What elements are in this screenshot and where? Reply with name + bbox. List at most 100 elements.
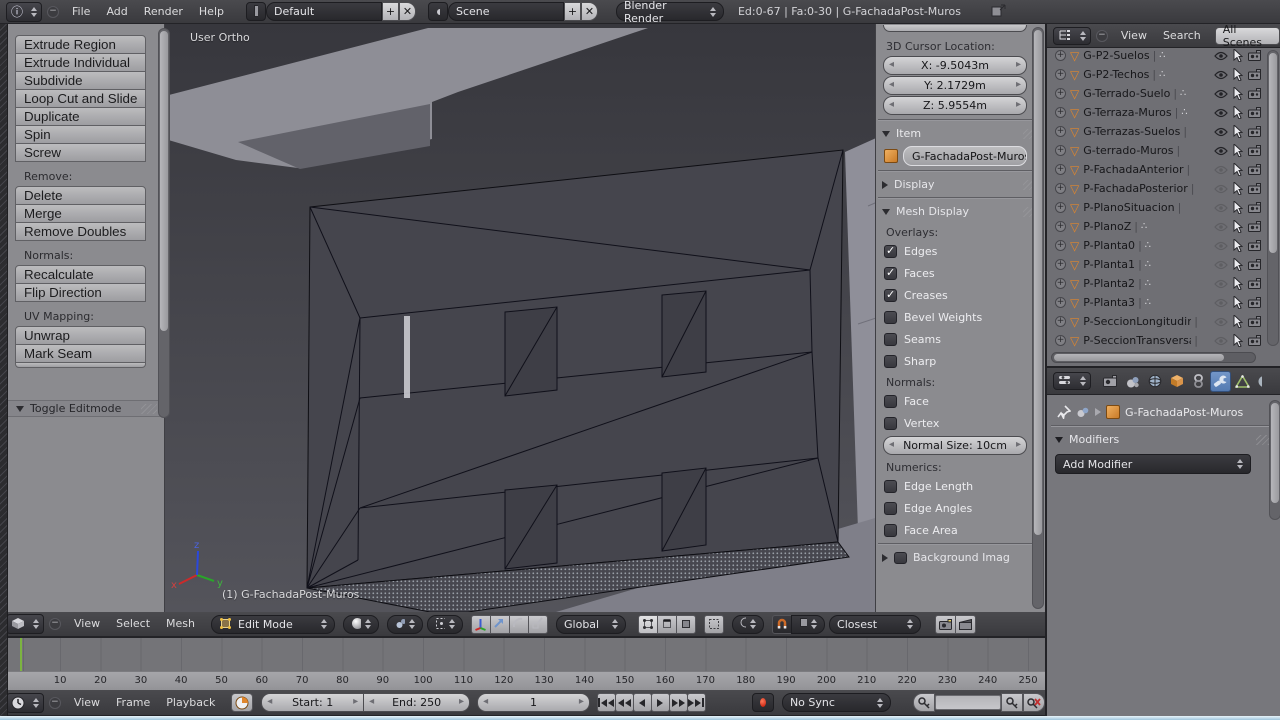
editor-type-properties-button[interactable]	[1053, 372, 1091, 390]
add-scene-button[interactable]: +	[563, 2, 581, 21]
checkbox[interactable]	[884, 244, 897, 258]
manipulator-scale-toggle[interactable]	[528, 614, 549, 634]
play-button[interactable]	[650, 693, 670, 712]
object-name[interactable]: G-P2-Techos	[1083, 68, 1149, 81]
object-name[interactable]: G-P2-Suelos	[1083, 49, 1149, 62]
visibility-eye-icon[interactable]	[1214, 89, 1228, 99]
face-select-mode-button[interactable]	[676, 614, 697, 634]
menu-item[interactable]: Playback	[158, 691, 223, 715]
frame-start-field[interactable]: ◂ Start: 1 ▸	[261, 693, 365, 712]
snap-element-select[interactable]	[791, 614, 826, 634]
pin-icon[interactable]	[1057, 405, 1071, 419]
outliner-item-row[interactable]: + ▽ P-SeccionTransversa | ∴	[1049, 331, 1266, 350]
renderability-camera-icon[interactable]	[1248, 88, 1262, 99]
visibility-eye-icon[interactable]	[1214, 317, 1228, 327]
visibility-eye-icon[interactable]	[1214, 70, 1228, 80]
expand-icon[interactable]: +	[1055, 240, 1066, 251]
outliner-item-row[interactable]: + ▽ P-PlanoZ | ∴	[1049, 217, 1266, 236]
tab-object-data[interactable]	[1232, 371, 1253, 392]
checkbox[interactable]	[884, 501, 897, 515]
checkbox-row[interactable]: Edges	[884, 242, 1045, 260]
keying-set-field[interactable]	[935, 695, 1001, 710]
expand-icon[interactable]: +	[1055, 164, 1066, 175]
close-layout-button[interactable]: ✕	[398, 2, 416, 21]
selectability-cursor-icon[interactable]	[1233, 296, 1243, 309]
current-frame-line[interactable]	[20, 638, 22, 672]
menu-item[interactable]: Search	[1155, 24, 1209, 48]
manipulator-axes-toggle[interactable]	[471, 614, 492, 634]
expand-icon[interactable]: +	[1055, 297, 1066, 308]
selectability-cursor-icon[interactable]	[1233, 68, 1243, 81]
item-panel-header[interactable]: Item	[876, 125, 1045, 142]
checkbox[interactable]	[884, 416, 897, 430]
scrollbar-thumb[interactable]	[1034, 30, 1042, 535]
menu-item[interactable]: Mesh	[158, 612, 203, 636]
outliner-item-row[interactable]: + ▽ P-PlanoSituacion | ∴	[1049, 198, 1266, 217]
add-layout-button[interactable]: +	[381, 2, 399, 21]
tool-button[interactable]: Recalculate	[15, 265, 146, 284]
checkbox[interactable]	[884, 523, 897, 537]
object-name[interactable]: P-Planta2	[1083, 277, 1135, 290]
renderability-camera-icon[interactable]	[1248, 126, 1262, 137]
tab-constraints[interactable]	[1188, 371, 1209, 392]
scene-balls-icon[interactable]	[1076, 406, 1090, 418]
visibility-eye-icon[interactable]	[1214, 279, 1228, 289]
renderability-camera-icon[interactable]	[1248, 259, 1262, 270]
proportional-editing-select[interactable]	[732, 614, 765, 634]
selectability-cursor-icon[interactable]	[1233, 334, 1243, 347]
visibility-eye-icon[interactable]	[1214, 203, 1228, 213]
checkbox-row[interactable]: Face	[884, 392, 1045, 410]
selectability-cursor-icon[interactable]	[1233, 201, 1243, 214]
edge-select-mode-button[interactable]	[657, 614, 678, 634]
scrollbar-thumb[interactable]	[1271, 403, 1279, 503]
expand-icon[interactable]: +	[1055, 145, 1066, 156]
tab-render[interactable]	[1100, 371, 1121, 392]
collapse-menus-icon[interactable]: −	[47, 5, 60, 18]
object-name[interactable]: G-Terrado-Suelo	[1083, 87, 1170, 100]
auto-keyframe-button[interactable]	[913, 693, 935, 712]
selectability-cursor-icon[interactable]	[1233, 125, 1243, 138]
object-name[interactable]: G-Terrazas-Suelos	[1083, 125, 1180, 138]
checkbox[interactable]	[884, 354, 897, 368]
tool-button[interactable]: Merge	[15, 204, 146, 223]
menu-item[interactable]: Render	[136, 0, 191, 24]
outliner-item-row[interactable]: + ▽ G-Terraza-Muros | ∴	[1049, 103, 1266, 122]
outliner-item-row[interactable]: + ▽ P-Planta0 | ∴	[1049, 236, 1266, 255]
menu-item[interactable]: Frame	[108, 691, 158, 715]
checkbox[interactable]	[884, 332, 897, 346]
outliner-item-row[interactable]: + ▽ P-FachadaAnterior | ∴	[1049, 160, 1266, 179]
record-button[interactable]	[751, 693, 774, 712]
object-name[interactable]: P-SeccionLongitudin	[1083, 315, 1191, 328]
visibility-eye-icon[interactable]	[1214, 127, 1228, 137]
expand-icon[interactable]: +	[1055, 278, 1066, 289]
outliner-item-row[interactable]: + ▽ G-P2-Techos | ∴	[1049, 65, 1266, 84]
visibility-eye-icon[interactable]	[1214, 184, 1228, 194]
outliner-vertical-scrollbar[interactable]	[1267, 50, 1279, 346]
viewport-shading-select[interactable]	[343, 614, 380, 634]
menu-item[interactable]: File	[64, 0, 98, 24]
renderability-camera-icon[interactable]	[1248, 335, 1262, 346]
breadcrumb-object-name[interactable]: G-FachadaPost-Muros	[1125, 406, 1243, 419]
tool-button[interactable]: Delete	[15, 186, 146, 205]
editor-type-timeline-button[interactable]	[6, 692, 44, 713]
tool-button[interactable]: Loop Cut and Slide	[15, 89, 146, 108]
normal-size-slider[interactable]: ◂ Normal Size: 10cm ▸	[883, 436, 1027, 455]
menu-item[interactable]: View	[66, 691, 108, 715]
add-modifier-button[interactable]: Add Modifier	[1055, 454, 1251, 474]
scene-name[interactable]: Scene	[447, 2, 564, 21]
expand-icon[interactable]: +	[1055, 221, 1066, 232]
current-frame-field[interactable]: ◂ 1 ▸	[477, 693, 590, 712]
selectability-cursor-icon[interactable]	[1233, 277, 1243, 290]
expand-icon[interactable]: +	[1055, 202, 1066, 213]
checkbox-row[interactable]: Faces	[884, 264, 1045, 282]
outliner-item-row[interactable]: + ▽ P-SeccionLongitudin | ∴	[1049, 312, 1266, 331]
expand-icon[interactable]: +	[1055, 50, 1066, 61]
tool-button[interactable]: Unwrap	[15, 326, 146, 345]
visibility-eye-icon[interactable]	[1214, 108, 1228, 118]
selectability-cursor-icon[interactable]	[1233, 220, 1243, 233]
renderability-camera-icon[interactable]	[1248, 221, 1262, 232]
tool-button[interactable]: Extrude Region	[15, 35, 146, 54]
selectability-cursor-icon[interactable]	[1233, 144, 1243, 157]
checkbox-row[interactable]: Edge Angles	[884, 499, 1045, 517]
checkbox[interactable]	[894, 551, 907, 564]
